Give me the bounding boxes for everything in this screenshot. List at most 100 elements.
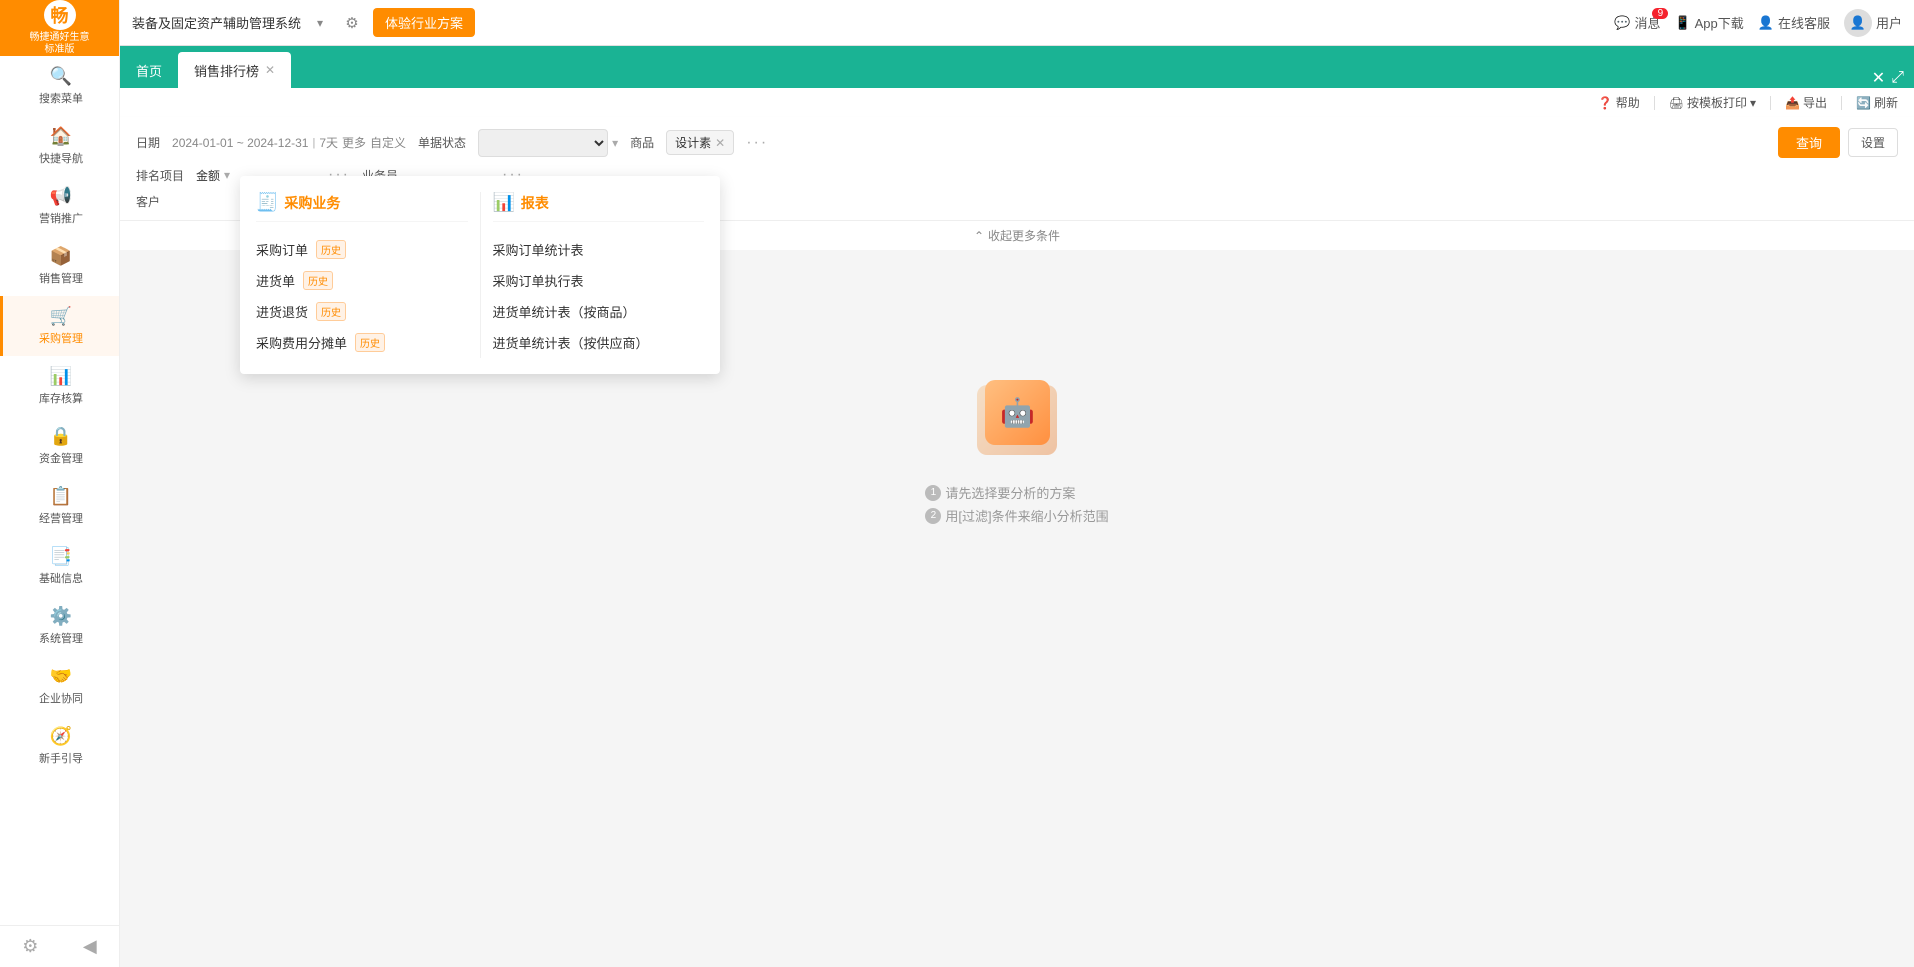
logo-icon: 畅 (44, 0, 76, 30)
report-col-title: 📊 报表 (493, 192, 705, 222)
sidebar-icon-inventory: 📊 (50, 366, 72, 387)
tab-home[interactable]: 首页 (120, 52, 178, 88)
sidebar-icon-newbie: 🧭 (50, 726, 72, 747)
sidebar-item-marketing[interactable]: 📢 营销推广 (0, 176, 119, 236)
online-service-btn[interactable]: 👤 在线客服 (1758, 13, 1830, 32)
report-item-label-2: 进货单统计表（按商品） (493, 302, 636, 321)
purchase-item-label-3: 采购费用分摊单 (256, 333, 347, 352)
sidebar-item-operation[interactable]: 📋 经营管理 (0, 476, 119, 536)
tab-close-window-icon[interactable]: ✕ (1872, 68, 1885, 88)
tab-home-label: 首页 (136, 61, 162, 80)
export-btn[interactable]: 📤 导出 (1785, 94, 1827, 111)
sidebar-item-search[interactable]: 🔍 搜索菜单 (0, 56, 119, 116)
empty-text: 1 请先选择要分析的方案 2 用[过滤]条件来缩小分析范围 (925, 483, 1108, 525)
sidebar-item-finance[interactable]: 🔒 资金管理 (0, 416, 119, 476)
help-icon: ❓ (1598, 96, 1613, 110)
report-item-3[interactable]: 进货单统计表（按供应商） (493, 327, 705, 358)
avatar: 👤 (1844, 9, 1872, 37)
status-select[interactable] (478, 129, 608, 157)
purchase-col-title: 🧾 采购业务 (256, 192, 468, 222)
sidebar: 畅 畅捷通好生意 标准版 🔍 搜索菜单 🏠 快捷导航 📢 营销推广 📦 销售管理… (0, 0, 120, 967)
sidebar-label-inventory: 库存核算 (39, 390, 83, 406)
goods-tag-close[interactable]: ✕ (715, 136, 725, 150)
sidebar-icon-enterprise: 🤝 (50, 666, 72, 687)
print-icon: 🖨 (1669, 96, 1684, 110)
topbar-right: 💬 消息 9 📱 App下载 👤 在线客服 👤 用户 (1614, 9, 1902, 37)
print-dropdown-icon: ▾ (1750, 96, 1756, 110)
date-quick-more[interactable]: 更多 (342, 134, 366, 151)
hist-badge-3: 历史 (355, 333, 385, 352)
date-sep: | (312, 137, 315, 149)
step-1-num: 1 (925, 485, 941, 501)
date-quick-custom[interactable]: 自定义 (370, 134, 406, 151)
help-btn[interactable]: ❓ 帮助 (1598, 94, 1640, 111)
step-1-text: 请先选择要分析的方案 (945, 483, 1075, 502)
status-dropdown-icon: ▾ (612, 136, 618, 150)
purchase-item-3[interactable]: 采购费用分摊单 历史 (256, 327, 468, 358)
setting-btn[interactable]: 设置 (1848, 128, 1898, 157)
status-label: 单据状态 (418, 134, 466, 151)
query-btn[interactable]: 查询 (1778, 127, 1840, 158)
sidebar-item-inventory[interactable]: 📊 库存核算 (0, 356, 119, 416)
report-item-label-1: 采购订单执行表 (493, 271, 584, 290)
sidebar-item-sales[interactable]: 📦 销售管理 (0, 236, 119, 296)
sidebar-collapse-btn[interactable]: ◀ (83, 936, 97, 957)
date-quick-7d[interactable]: 7天 (319, 134, 338, 151)
sidebar-item-system[interactable]: ⚙️ 系统管理 (0, 596, 119, 656)
report-col-icon: 📊 (493, 192, 515, 213)
industry-btn[interactable]: 体验行业方案 (373, 8, 475, 37)
divider-2 (1770, 96, 1771, 110)
topbar: 装备及固定资产辅助管理系统 ▾ ⚙ 体验行业方案 💬 消息 9 📱 App下载 … (120, 0, 1914, 46)
report-col-title-label: 报表 (521, 193, 549, 213)
empty-illustration: 🤖 (967, 375, 1067, 475)
empty-step-2: 2 用[过滤]条件来缩小分析范围 (925, 506, 1108, 525)
sidebar-icon-search: 🔍 (50, 66, 72, 87)
sidebar-item-purchase[interactable]: 🛒 采购管理 (0, 296, 119, 356)
settings-gear-icon[interactable]: ⚙ (339, 10, 365, 36)
sidebar-item-quicknav[interactable]: 🏠 快捷导航 (0, 116, 119, 176)
report-item-1[interactable]: 采购订单执行表 (493, 265, 705, 296)
app-download-btn[interactable]: 📱 App下载 (1674, 13, 1743, 32)
service-icon: 👤 (1758, 15, 1774, 31)
date-range-val: 2024-01-01 ~ 2024-12-31 (172, 136, 308, 150)
main-area: 装备及固定资产辅助管理系统 ▾ ⚙ 体验行业方案 💬 消息 9 📱 App下载 … (120, 0, 1914, 967)
divider-1 (1654, 96, 1655, 110)
rank-label: 排名项目 (136, 167, 184, 184)
message-badge: 9 (1652, 8, 1668, 19)
message-btn[interactable]: 💬 消息 9 (1614, 13, 1660, 32)
report-item-0[interactable]: 采购订单统计表 (493, 234, 705, 265)
rank-dropdown-icon: ▾ (224, 168, 230, 182)
tab-close-icon[interactable]: ✕ (265, 63, 275, 77)
sidebar-label-marketing: 营销推广 (39, 210, 83, 226)
sidebar-icon-quicknav: 🏠 (50, 126, 72, 147)
refresh-btn[interactable]: 🔄 刷新 (1856, 94, 1898, 111)
sidebar-settings-btn[interactable]: ⚙ (22, 936, 38, 957)
purchase-item-0[interactable]: 采购订单 历史 (256, 234, 468, 265)
system-title: 装备及固定资产辅助管理系统 (132, 13, 301, 32)
purchase-item-2[interactable]: 进货退货 历史 (256, 296, 468, 327)
date-label: 日期 (136, 134, 160, 151)
template-print-label: 按模板打印 (1687, 94, 1747, 111)
report-item-2[interactable]: 进货单统计表（按商品） (493, 296, 705, 327)
sidebar-icon-operation: 📋 (50, 486, 72, 507)
sidebar-item-basic[interactable]: 📑 基础信息 (0, 536, 119, 596)
tab-sales-rank[interactable]: 销售排行榜 ✕ (178, 52, 291, 88)
tabs-bar: 首页 销售排行榜 ✕ ✕ ⤢ (120, 46, 1914, 88)
report-item-label-0: 采购订单统计表 (493, 240, 584, 259)
message-icon: 💬 (1614, 15, 1630, 31)
dropdown-purchase-col: 🧾 采购业务 采购订单 历史 进货单 历史 进货退货 历史 采购费用分摊单 历史 (256, 192, 468, 358)
system-dropdown-btn[interactable]: ▾ (309, 12, 331, 34)
filter-row-1: 日期 2024-01-01 ~ 2024-12-31 | 7天 更多 自定义 单… (136, 127, 1898, 158)
dropdown-report-col: 📊 报表 采购订单统计表采购订单执行表进货单统计表（按商品） 进货单统计表（按供应… (493, 192, 705, 358)
goods-more-dots[interactable]: ··· (746, 134, 768, 152)
purchase-item-1[interactable]: 进货单 历史 (256, 265, 468, 296)
mobile-icon: 📱 (1674, 15, 1690, 31)
sidebar-item-enterprise[interactable]: 🤝 企业协同 (0, 656, 119, 716)
tab-maximize-icon[interactable]: ⤢ (1891, 69, 1904, 87)
hist-badge-0: 历史 (316, 240, 346, 259)
template-print-btn[interactable]: 🖨 按模板打印 ▾ (1669, 94, 1756, 111)
goods-tag-label: 设计素 (675, 134, 711, 151)
sidebar-item-newbie[interactable]: 🧭 新手引导 (0, 716, 119, 776)
sidebar-label-operation: 经营管理 (39, 510, 83, 526)
user-avatar-btn[interactable]: 👤 用户 (1844, 9, 1902, 37)
